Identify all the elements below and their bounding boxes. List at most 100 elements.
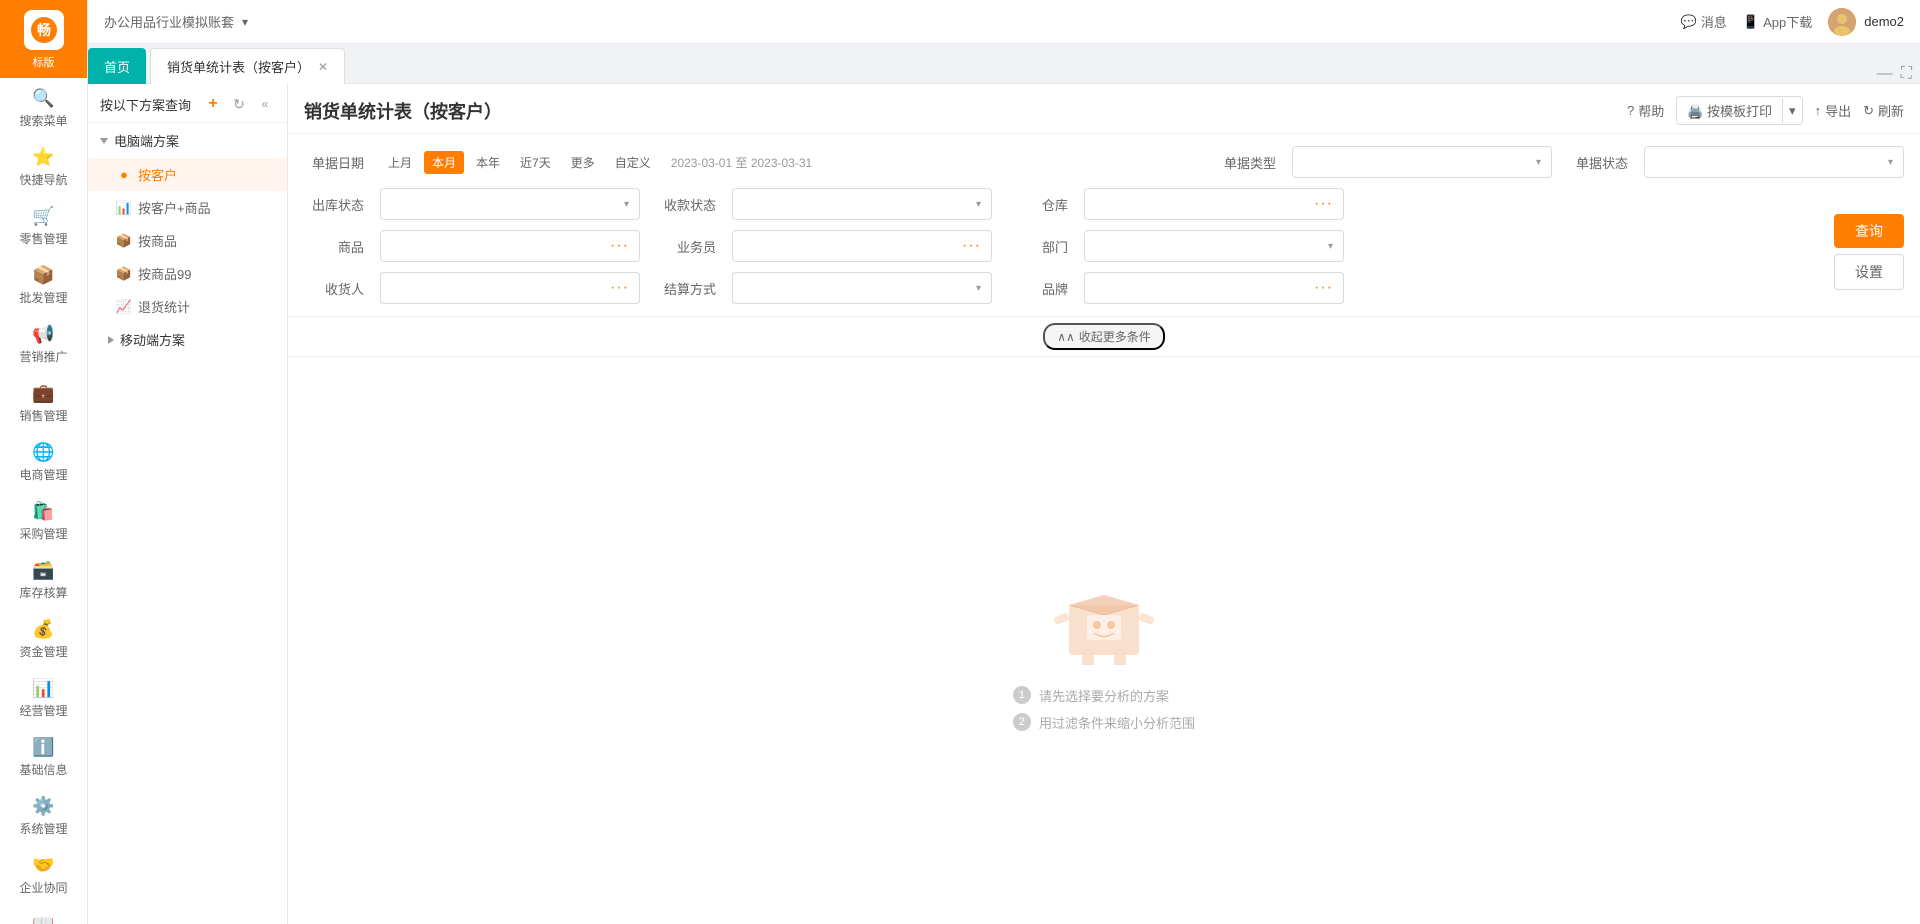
product-select[interactable]: ··· — [380, 230, 640, 262]
query-button[interactable]: 查询 — [1834, 214, 1904, 248]
retail-icon: 🛒 — [32, 206, 54, 227]
refresh-icon: ↻ — [1863, 103, 1874, 119]
refresh-button[interactable]: ↻ 刷新 — [1863, 101, 1904, 120]
consignee-select[interactable]: ··· — [380, 272, 640, 304]
export-button[interactable]: ↑ 导出 — [1815, 101, 1852, 120]
date-tab-more[interactable]: 更多 — [563, 151, 603, 174]
brand-label: 品牌 — [1008, 279, 1068, 298]
user-area[interactable]: demo2 — [1828, 8, 1904, 36]
settings-button[interactable]: 设置 — [1834, 254, 1904, 290]
print-main-button[interactable]: 🖨️ 按模板打印 — [1677, 97, 1782, 124]
collapse-more-btn[interactable]: ∧∧ 收起更多条件 — [1043, 323, 1165, 350]
sidebar-item-quick-nav[interactable]: ⭐ 快捷导航 — [0, 137, 87, 196]
username-label: demo2 — [1864, 14, 1904, 29]
warehouse-select[interactable]: ··· — [1084, 188, 1344, 220]
collapse-up-icon: ∧∧ — [1057, 330, 1075, 344]
sidebar-item-inventory[interactable]: 🗃️ 库存核算 — [0, 550, 87, 609]
app-download-label: App下载 — [1763, 12, 1812, 31]
collapse-btn-label: 收起更多条件 — [1079, 328, 1151, 345]
date-tab-last-month[interactable]: 上月 — [380, 151, 420, 174]
settle-select[interactable]: ▾ — [732, 272, 992, 304]
scheme-item-return-stat[interactable]: 📈 退货统计 — [88, 290, 287, 323]
product-label: 商品 — [304, 237, 364, 256]
sidebar-item-label: 销售管理 — [19, 407, 67, 424]
tab-controls: — ⛶ — [1869, 65, 1920, 83]
doc-status-arrow-icon: ▾ — [1888, 157, 1893, 168]
logo-area[interactable]: 畅 标版 — [0, 0, 87, 78]
basic-info-icon: ℹ️ — [32, 737, 54, 758]
scheme-item-by-product99[interactable]: 📦 按商品99 — [88, 257, 287, 290]
breadcrumb-dropdown-icon[interactable]: ▾ — [242, 15, 248, 29]
brand-select[interactable]: ··· — [1084, 272, 1344, 304]
ecommerce-icon: 🌐 — [32, 442, 54, 463]
sidebar-item-search-menu[interactable]: 🔍 搜索菜单 — [0, 78, 87, 137]
tip-num-2: 2 — [1013, 713, 1031, 731]
print-button-group: 🖨️ 按模板打印 ▾ — [1676, 96, 1802, 125]
wholesale-icon: 📦 — [32, 265, 54, 286]
search-menu-icon: 🔍 — [32, 88, 54, 109]
scheme-item-by-product[interactable]: 📦 按商品 — [88, 224, 287, 257]
tip-num-1: 1 — [1013, 686, 1031, 704]
help-icon: ? — [1627, 103, 1634, 118]
sidebar-item-label: 系统管理 — [19, 820, 67, 837]
sidebar-item-operations[interactable]: 📊 经营管理 — [0, 668, 87, 727]
warehouse-dots: ··· — [1314, 195, 1333, 213]
date-label: 单据日期 — [304, 153, 364, 172]
sidebar-item-purchase[interactable]: 🛍️ 采购管理 — [0, 491, 87, 550]
doc-type-select[interactable]: ▾ — [1292, 146, 1552, 178]
scheme-item-label: 按商品99 — [138, 264, 191, 283]
help-label: 帮助 — [1638, 101, 1664, 120]
scheme-item-by-customer-product[interactable]: 📊 按客户+商品 — [88, 191, 287, 224]
staff-select[interactable]: ··· — [732, 230, 992, 262]
out-status-label: 出库状态 — [304, 195, 364, 214]
date-tab-this-year[interactable]: 本年 — [468, 151, 508, 174]
doc-status-select[interactable]: ▾ — [1644, 146, 1904, 178]
tab-sales-stat[interactable]: 销货单统计表（按客户） ✕ — [150, 48, 345, 84]
sidebar-item-marketing[interactable]: 📢 营销推广 — [0, 314, 87, 373]
sidebar-item-sales[interactable]: 💼 销售管理 — [0, 373, 87, 432]
mobile-group-header[interactable]: 移动端方案 — [88, 323, 287, 356]
tab-minimize-icon[interactable]: — — [1877, 65, 1893, 83]
date-tabs: 上月 本月 本年 近7天 更多 自定义 2023-03-01 至 2023-03… — [380, 151, 812, 174]
date-tab-custom[interactable]: 自定义 — [607, 151, 659, 174]
sidebar-item-system[interactable]: ⚙️ 系统管理 — [0, 786, 87, 845]
message-button[interactable]: 💬 消息 — [1681, 12, 1727, 31]
sidebar-item-ecommerce[interactable]: 🌐 电商管理 — [0, 432, 87, 491]
dept-select[interactable]: ▾ — [1084, 230, 1344, 262]
collapse-scheme-icon[interactable]: « — [255, 94, 275, 114]
sidebar-item-retail[interactable]: 🛒 零售管理 — [0, 196, 87, 255]
message-icon: 💬 — [1681, 14, 1697, 30]
sidebar-item-finance[interactable]: 💰 资金管理 — [0, 609, 87, 668]
sidebar-item-new-guide[interactable]: 📖 新手引导 — [0, 904, 87, 924]
payment-status-select[interactable]: ▾ — [732, 188, 992, 220]
pc-group-header[interactable]: 电脑端方案 — [88, 123, 287, 158]
customer-product-icon: 📊 — [116, 200, 132, 216]
out-status-arrow-icon: ▾ — [624, 199, 629, 210]
print-dropdown-button[interactable]: ▾ — [1782, 99, 1802, 123]
sidebar-item-wholesale[interactable]: 📦 批发管理 — [0, 255, 87, 314]
date-tab-this-month[interactable]: 本月 — [424, 151, 464, 174]
staff-label: 业务员 — [656, 237, 716, 256]
filter-row-4: 收货人 ··· 结算方式 ▾ 品牌 ··· — [304, 272, 1904, 304]
out-status-select[interactable]: ▾ — [380, 188, 640, 220]
content-area: 按以下方案查询 + ↻ « 电脑端方案 ● 按客户 📊 按客户 — [88, 84, 1920, 924]
help-button[interactable]: ? 帮助 — [1627, 101, 1664, 120]
date-tab-7days[interactable]: 近7天 — [512, 151, 559, 174]
svg-text:畅: 畅 — [37, 22, 51, 38]
sidebar-item-corp-collab[interactable]: 🤝 企业协同 — [0, 845, 87, 904]
sidebar-item-label: 电商管理 — [19, 466, 67, 483]
app-download-button[interactable]: 📱 App下载 — [1743, 12, 1812, 31]
date-range-text: 2023-03-01 至 2023-03-31 — [671, 154, 812, 171]
tab-close-icon[interactable]: ✕ — [318, 60, 328, 74]
finance-icon: 💰 — [32, 619, 54, 640]
tab-maximize-icon[interactable]: ⛶ — [1901, 65, 1912, 83]
consignee-dots: ··· — [610, 279, 629, 297]
add-scheme-icon[interactable]: + — [203, 94, 223, 114]
brand-dots: ··· — [1314, 279, 1333, 297]
scheme-item-by-customer[interactable]: ● 按客户 — [88, 158, 287, 191]
tab-sales-stat-label: 销货单统计表（按客户） — [167, 57, 310, 76]
tab-home[interactable]: 首页 — [88, 48, 146, 84]
refresh-scheme-icon[interactable]: ↻ — [229, 94, 249, 114]
tab-home-label: 首页 — [104, 57, 130, 76]
sidebar-item-basic-info[interactable]: ℹ️ 基础信息 — [0, 727, 87, 786]
